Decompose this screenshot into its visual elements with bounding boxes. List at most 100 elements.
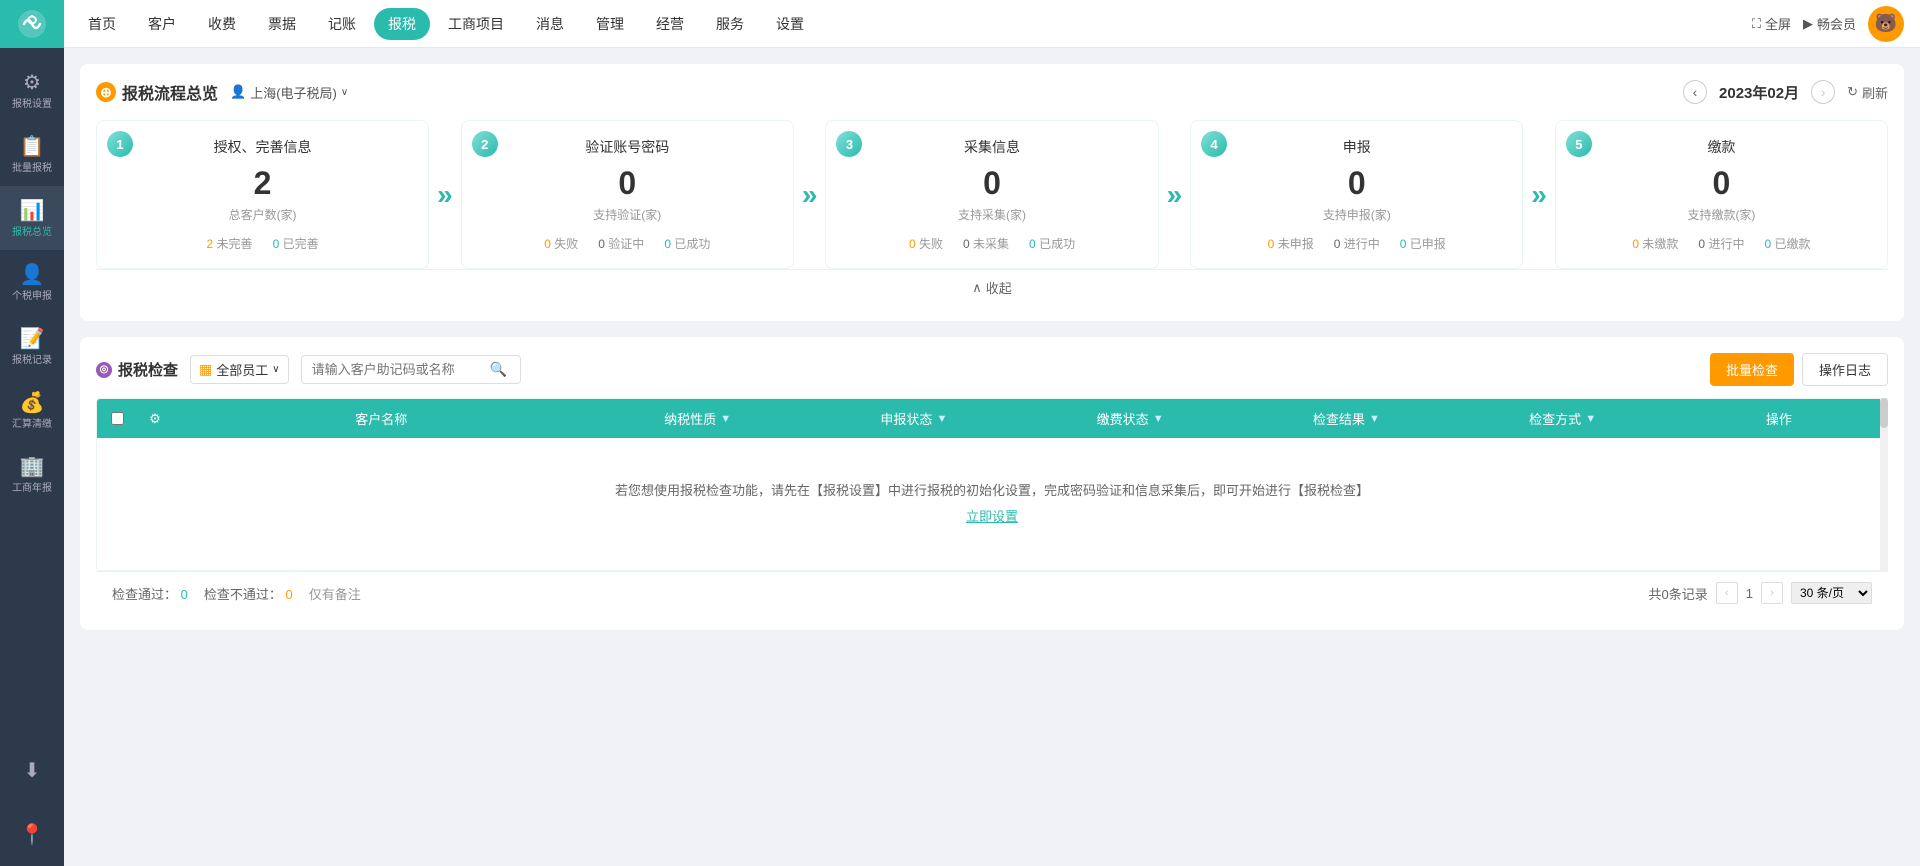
refresh-icon: ↻	[1847, 84, 1858, 100]
sidebar-item-3[interactable]: 👤个税申报	[0, 250, 64, 314]
avatar[interactable]: 🐻	[1868, 6, 1904, 42]
nav-item-记账[interactable]: 记账	[314, 8, 370, 40]
step-arrow-4: »	[1523, 120, 1555, 269]
step-desc-3: 支持申报(家)	[1207, 206, 1506, 223]
scroll-thumb[interactable]	[1880, 398, 1888, 428]
fullscreen-button[interactable]: ⛶ 全屏	[1752, 14, 1791, 33]
step-number-0: 1	[107, 131, 133, 157]
process-header: ⊕ 报税流程总览 👤 上海(电子税局) ∨ ‹ 2023年02月 › ↻ 刷新	[96, 80, 1888, 104]
member-button[interactable]: ▶ 畅会员	[1803, 14, 1856, 33]
fail-count-link[interactable]: 0	[286, 587, 293, 602]
prev-page-button[interactable]: ‹	[1716, 582, 1738, 604]
app-logo[interactable]	[0, 0, 64, 48]
current-date: 2023年02月	[1719, 82, 1799, 103]
th-check-result[interactable]: 检查结果 ▼	[1238, 399, 1454, 438]
empty-message: 若您想使用报税检查功能，请先在【报税设置】中进行报税的初始化设置，完成密码验证和…	[615, 478, 1369, 504]
sidebar-label-4: 报税记录	[12, 355, 52, 367]
pass-count-label: 检查通过： 0	[112, 584, 188, 603]
per-page-select[interactable]: 30 条/页 50 条/页 100 条/页	[1791, 582, 1872, 604]
footer-left: 检查通过： 0 检查不通过： 0 仅有备注	[112, 584, 361, 603]
scrollbar-y[interactable]	[1880, 398, 1888, 571]
select-all-checkbox[interactable]	[111, 412, 124, 425]
th-pay-status[interactable]: 缴费状态 ▼	[1022, 399, 1238, 438]
nav-item-客户[interactable]: 客户	[134, 8, 190, 40]
stat-value[interactable]: 0	[1334, 237, 1341, 251]
footer-right: 共0条记录 ‹ 1 › 30 条/页 50 条/页 100 条/页	[1649, 582, 1872, 604]
sidebar-item-2[interactable]: 📊报税总览	[0, 186, 64, 250]
person-icon: 👤	[230, 84, 246, 100]
left-sidebar: ⚙报税设置📋批量报税📊报税总览👤个税申报📝报税记录💰汇算清缴🏢工商年报 ⬇ 📍	[0, 48, 64, 866]
stat-value[interactable]: 0	[1400, 237, 1407, 251]
search-button[interactable]: 🔍	[482, 356, 515, 383]
setup-link[interactable]: 立即设置	[966, 509, 1018, 524]
download-icon: ⬇	[24, 758, 41, 783]
nav-item-管理[interactable]: 管理	[582, 8, 638, 40]
nav-item-消息[interactable]: 消息	[522, 8, 578, 40]
step-card-2: 3 采集信息 0 支持采集(家) 0 失败 0 未采集 0 已成功	[825, 120, 1158, 269]
stat-item: 0 已申报	[1400, 235, 1446, 252]
step-number-1: 2	[472, 131, 498, 157]
th-settings[interactable]: ⚙	[137, 399, 173, 438]
stat-value[interactable]: 0	[273, 237, 280, 251]
nav-item-设置[interactable]: 设置	[762, 8, 818, 40]
stat-value[interactable]: 0	[1268, 237, 1275, 251]
main-content: ⊕ 报税流程总览 👤 上海(电子税局) ∨ ‹ 2023年02月 › ↻ 刷新 …	[64, 48, 1920, 866]
sidebar-icon-0: ⚙	[23, 70, 41, 95]
nav-item-首页[interactable]: 首页	[74, 8, 130, 40]
tax-check-card: ◎ 报税检查 ▦ 全部员工 ∨ 🔍 批量检查 操作日志	[80, 337, 1904, 630]
location-selector[interactable]: 👤 上海(电子税局) ∨	[230, 83, 348, 102]
stat-value[interactable]: 0	[909, 237, 916, 251]
sidebar-label-3: 个税申报	[12, 291, 52, 303]
sidebar-item-0[interactable]: ⚙报税设置	[0, 58, 64, 122]
refresh-button[interactable]: ↻ 刷新	[1847, 83, 1888, 102]
stat-value[interactable]: 0	[1029, 237, 1036, 251]
stat-value[interactable]: 2	[207, 237, 214, 251]
th-tax-nature[interactable]: 纳税性质 ▼	[590, 399, 806, 438]
filter-icon-1: ▼	[720, 413, 731, 425]
sidebar-label-2: 报税总览	[12, 227, 52, 239]
next-date-button[interactable]: ›	[1811, 80, 1835, 104]
stat-value[interactable]: 0	[1632, 237, 1639, 251]
sidebar-item-1[interactable]: 📋批量报税	[0, 122, 64, 186]
settings-icon: ⚙	[149, 411, 161, 427]
nav-item-工商项目[interactable]: 工商项目	[434, 8, 518, 40]
sidebar-item-5[interactable]: 💰汇算清缴	[0, 378, 64, 442]
staff-selector[interactable]: ▦ 全部员工 ∨	[190, 355, 289, 384]
batch-check-button[interactable]: 批量检查	[1710, 353, 1794, 386]
arrow-icon-4: »	[1531, 179, 1547, 211]
th-checkbox[interactable]	[97, 399, 137, 438]
operation-log-button[interactable]: 操作日志	[1802, 353, 1888, 386]
step-desc-1: 支持验证(家)	[478, 206, 777, 223]
step-number-4: 5	[1566, 131, 1592, 157]
pass-count-link[interactable]: 0	[181, 587, 188, 602]
nav-item-收费[interactable]: 收费	[194, 8, 250, 40]
nav-item-报税[interactable]: 报税	[374, 8, 430, 40]
th-declare-status[interactable]: 申报状态 ▼	[806, 399, 1022, 438]
th-check-method[interactable]: 检查方式 ▼	[1455, 399, 1671, 438]
stat-value[interactable]: 0	[963, 237, 970, 251]
nav-item-票据[interactable]: 票据	[254, 8, 310, 40]
sidebar-item-location[interactable]: 📍	[0, 802, 64, 866]
stat-value[interactable]: 0	[598, 237, 605, 251]
arrow-icon-2: »	[802, 179, 818, 211]
sidebar-item-4[interactable]: 📝报税记录	[0, 314, 64, 378]
step-count-2: 0	[842, 165, 1141, 202]
check-dot-icon: ◎	[96, 362, 112, 378]
nav-item-经营[interactable]: 经营	[642, 8, 698, 40]
prev-date-button[interactable]: ‹	[1683, 80, 1707, 104]
search-input[interactable]	[302, 357, 482, 382]
stat-label: 已缴款	[1775, 237, 1811, 251]
collapse-bar[interactable]: ∧ 收起	[96, 269, 1888, 305]
staff-chevron-icon: ∨	[272, 364, 279, 375]
sidebar-item-download[interactable]: ⬇	[0, 738, 64, 802]
stat-value[interactable]: 0	[1698, 237, 1705, 251]
stat-value[interactable]: 0	[664, 237, 671, 251]
stat-item: 0 未采集	[963, 235, 1009, 252]
sidebar-item-6[interactable]: 🏢工商年报	[0, 442, 64, 506]
stat-value[interactable]: 0	[544, 237, 551, 251]
next-page-button[interactable]: ›	[1761, 582, 1783, 604]
step-title-4: 缴款	[1572, 137, 1871, 157]
nav-item-服务[interactable]: 服务	[702, 8, 758, 40]
check-header: ◎ 报税检查 ▦ 全部员工 ∨ 🔍 批量检查 操作日志	[96, 353, 1888, 386]
stat-value[interactable]: 0	[1764, 237, 1771, 251]
